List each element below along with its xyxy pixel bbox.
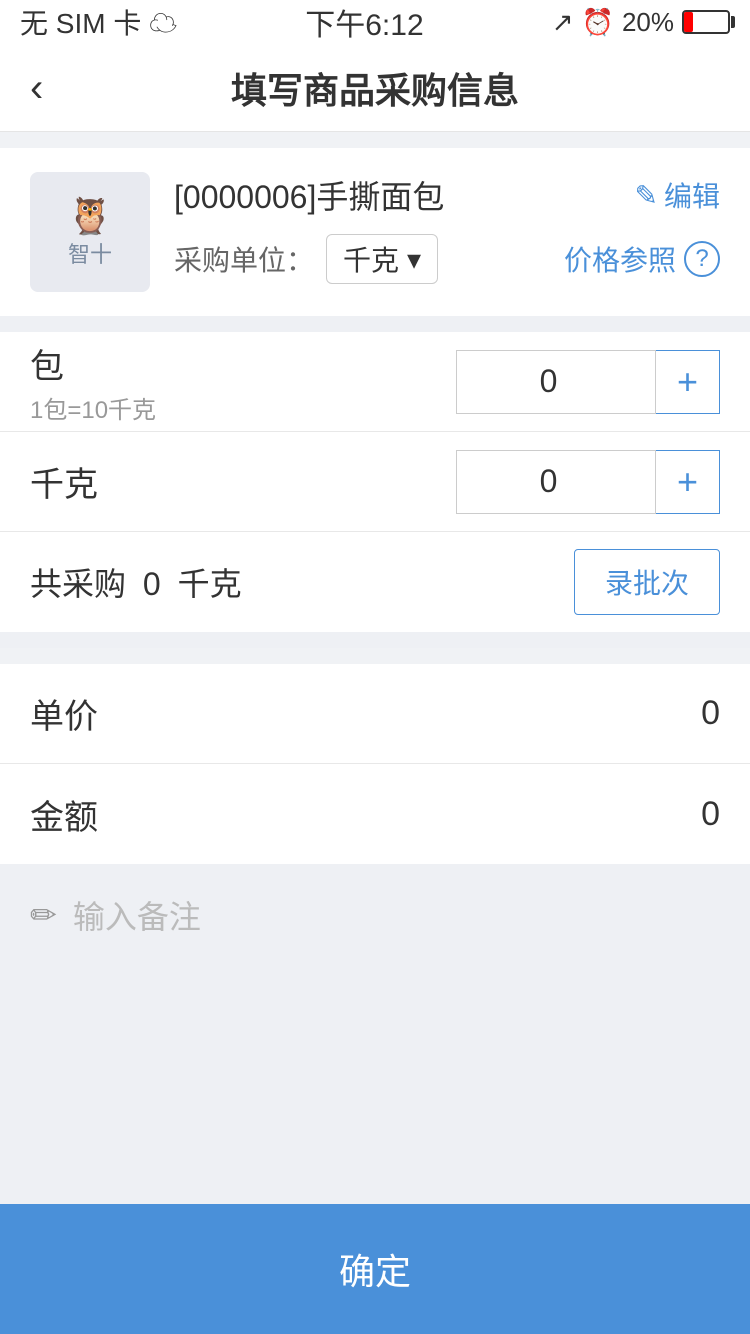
status-left: 无 SIM 卡 ☁ [20, 2, 177, 42]
batch-button[interactable]: 录批次 [574, 549, 720, 615]
product-logo-sub: 智十 [68, 237, 112, 269]
amount-row: 金额 0 [0, 764, 750, 864]
unit-value: 千克 [343, 239, 399, 279]
kg-row: 千克 + [0, 432, 750, 532]
kg-input[interactable] [456, 450, 656, 514]
package-row: 包 1包=10千克 + [0, 332, 750, 432]
notes-placeholder: 输入备注 [73, 892, 201, 938]
product-section: 🦉 智十 [0000006]手撕面包 ✎ 编辑 采购单位： 千克 ▾ 价格参照 … [0, 148, 750, 316]
battery-fill [684, 12, 693, 32]
amount-label: 金额 [30, 790, 98, 839]
edit-icon: ✎ [635, 179, 658, 212]
purchase-unit-row: 采购单位： 千克 ▾ 价格参照 ? [174, 234, 720, 284]
kg-label: 千克 [30, 457, 456, 506]
amount-value: 0 [701, 795, 720, 834]
confirm-wrapper: 确定 [0, 1204, 750, 1334]
unit-label: 采购单位： [174, 239, 314, 279]
divider-1 [0, 316, 750, 332]
input-section: 包 1包=10千克 + 千克 + 共采购 0 千克 录批次 [0, 332, 750, 632]
nav-bar: ‹ 填写商品采购信息 [0, 44, 750, 132]
package-plus-button[interactable]: + [656, 350, 720, 414]
package-label-group: 包 1包=10千克 [30, 339, 456, 425]
unit-price-label: 单价 [30, 689, 98, 738]
kg-plus-button[interactable]: + [656, 450, 720, 514]
divider-2 [0, 632, 750, 648]
product-name-row: [0000006]手撕面包 ✎ 编辑 [174, 172, 720, 218]
package-input-controls: + [456, 350, 720, 414]
edit-button[interactable]: ✎ 编辑 [635, 175, 720, 215]
sim-label: 无 SIM 卡 ☁ [20, 2, 177, 42]
summary-suffix: 千克 [178, 566, 242, 602]
package-label: 包 [30, 339, 456, 388]
package-input[interactable] [456, 350, 656, 414]
price-section: 单价 0 金额 0 [0, 664, 750, 864]
product-logo: 🦉 [68, 195, 113, 237]
unit-selector-group: 采购单位： 千克 ▾ [174, 234, 438, 284]
product-info: [0000006]手撕面包 ✎ 编辑 采购单位： 千克 ▾ 价格参照 ? [174, 172, 720, 284]
summary-row: 共采购 0 千克 录批次 [0, 532, 750, 632]
unit-select[interactable]: 千克 ▾ [326, 234, 438, 284]
price-ref-button[interactable]: 价格参照 ? [564, 239, 720, 279]
back-button[interactable]: ‹ [30, 68, 43, 108]
status-time: 下午6:12 [305, 0, 423, 44]
battery-icon [682, 10, 730, 34]
alarm-icon: ⏰ [582, 7, 614, 38]
summary-amount: 0 [143, 566, 161, 602]
product-name: [0000006]手撕面包 [174, 172, 444, 218]
status-right: ↗ ⏰ 20% [552, 7, 730, 38]
product-image: 🦉 智十 [30, 172, 150, 292]
kg-label-group: 千克 [30, 457, 456, 506]
notes-section[interactable]: ✏ 输入备注 [0, 864, 750, 966]
page-title: 填写商品采购信息 [231, 62, 519, 114]
summary-prefix: 共采购 [30, 566, 126, 602]
kg-input-controls: + [456, 450, 720, 514]
pencil-icon: ✏ [30, 896, 57, 934]
edit-label: 编辑 [664, 175, 720, 215]
price-ref-label: 价格参照 [564, 239, 676, 279]
battery-percent: 20% [622, 7, 674, 38]
unit-price-row: 单价 0 [0, 664, 750, 764]
package-sub-label: 1包=10千克 [30, 390, 456, 425]
unit-price-value: 0 [701, 694, 720, 733]
confirm-button[interactable]: 确定 [0, 1224, 750, 1314]
location-icon: ↗ [552, 7, 574, 38]
help-icon: ? [684, 241, 720, 277]
summary-text: 共采购 0 千克 [30, 559, 242, 605]
status-bar: 无 SIM 卡 ☁ 下午6:12 ↗ ⏰ 20% [0, 0, 750, 44]
chevron-down-icon: ▾ [407, 243, 421, 276]
